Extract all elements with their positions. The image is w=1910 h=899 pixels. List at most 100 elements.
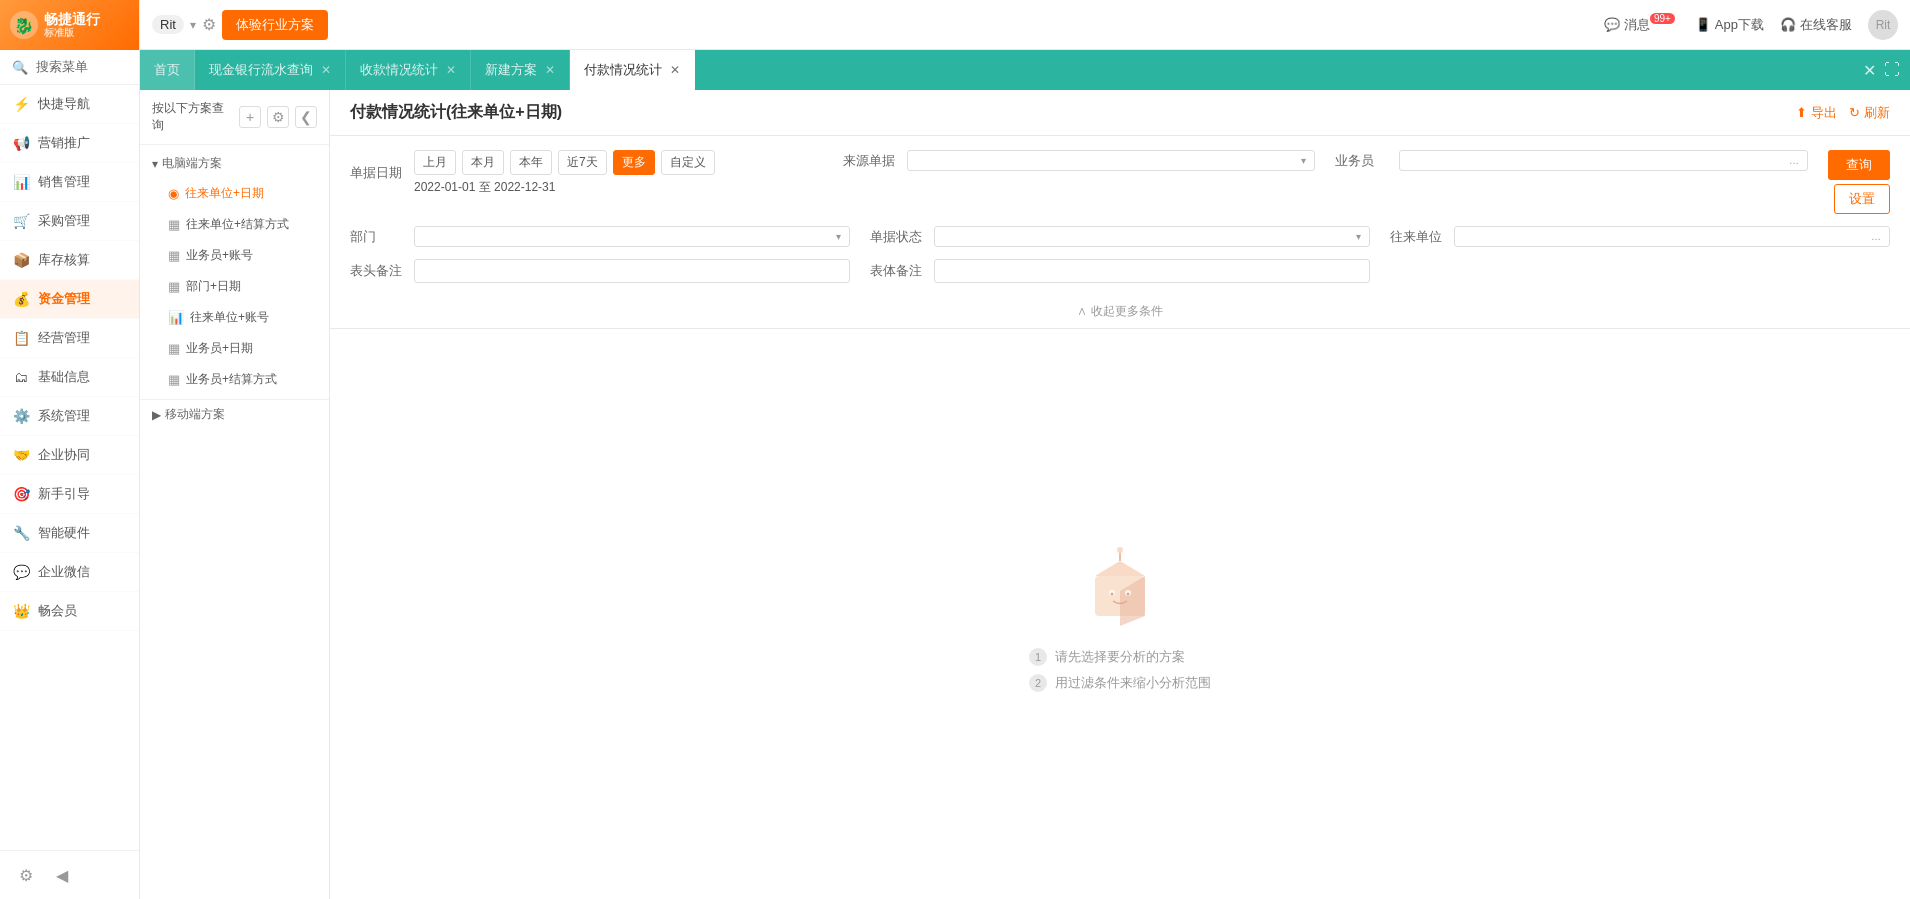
sidebar: 🐉 畅捷通行 标准版 🔍 搜索菜单 ⚡ 快捷导航 📢 营销推广 📊 销售管理 🛒… xyxy=(0,0,140,899)
basic-icon: 🗂 xyxy=(12,368,30,386)
staff-filter: 业务员 … xyxy=(1335,150,1808,171)
sales-icon: 📊 xyxy=(12,173,30,191)
tab-close-icon[interactable]: ✕ xyxy=(446,63,456,77)
query-btn[interactable]: 查询 xyxy=(1828,150,1890,180)
sidebar-item-quick-nav[interactable]: ⚡ 快捷导航 xyxy=(0,85,139,124)
sidebar-item-inventory[interactable]: 📦 库存核算 xyxy=(0,241,139,280)
table-header-label: 表头备注 xyxy=(350,262,406,280)
date-range-display: 2022-01-01 至 2022-12-31 xyxy=(414,179,715,196)
user-avatar[interactable]: Rit xyxy=(1868,10,1898,40)
dept-select[interactable]: ▾ xyxy=(414,226,850,247)
collapse-panel-btn[interactable]: ❮ xyxy=(295,106,317,128)
operation-icon: 📋 xyxy=(12,329,30,347)
tab-collection-stats[interactable]: 收款情况统计 ✕ xyxy=(346,50,471,90)
tab-close-icon[interactable]: ✕ xyxy=(321,63,331,77)
topbar-settings-icon[interactable]: ⚙ xyxy=(202,15,216,34)
plan-item-staff-account[interactable]: ▦ 业务员+账号 xyxy=(140,240,329,271)
date-btn-more[interactable]: 更多 xyxy=(613,150,655,175)
mobile-group-title[interactable]: ▶ 移动端方案 xyxy=(140,399,329,429)
topbar: Rit ▾ ⚙ 体验行业方案 💬 消息 99+ 📱 App下载 🎧 在线客服 R… xyxy=(140,0,1910,50)
close-all-tabs-btn[interactable]: ✕ xyxy=(1863,61,1876,80)
sidebar-item-basic[interactable]: 🗂 基础信息 xyxy=(0,358,139,397)
collapse-filters-btn[interactable]: ∧ 收起更多条件 xyxy=(350,295,1890,328)
left-panel-header: 按以下方案查询 + ⚙ ❮ xyxy=(140,90,329,145)
plan-item-unit-payment[interactable]: ▦ 往来单位+结算方式 xyxy=(140,209,329,240)
export-btn[interactable]: ⬆ 导出 xyxy=(1796,104,1837,122)
trial-btn[interactable]: 体验行业方案 xyxy=(222,10,328,40)
date-btn-last-month[interactable]: 上月 xyxy=(414,150,456,175)
sidebar-item-enterprise[interactable]: 🤝 企业协同 xyxy=(0,436,139,475)
plan-item-staff-date[interactable]: ▦ 业务员+日期 xyxy=(140,333,329,364)
sidebar-item-guide[interactable]: 🎯 新手引导 xyxy=(0,475,139,514)
plan-settings-btn[interactable]: ⚙ xyxy=(267,106,289,128)
page-title: 付款情况统计(往来单位+日期) xyxy=(350,102,562,123)
sidebar-footer: ⚙ ◀ xyxy=(0,850,139,899)
sidebar-item-hardware[interactable]: 🔧 智能硬件 xyxy=(0,514,139,553)
sidebar-item-purchase[interactable]: 🛒 采购管理 xyxy=(0,202,139,241)
staff-select[interactable]: … xyxy=(1399,150,1808,171)
table-header-input[interactable] xyxy=(414,259,850,283)
mobile-group-label: 移动端方案 xyxy=(165,406,225,423)
tab-payment-stats[interactable]: 付款情况统计 ✕ xyxy=(570,50,695,90)
search-icon: 🔍 xyxy=(12,60,28,75)
table-body-label: 表体备注 xyxy=(870,262,926,280)
source-select[interactable]: ▾ xyxy=(907,150,1316,171)
refresh-label: 刷新 xyxy=(1864,104,1890,122)
system-icon: ⚙️ xyxy=(12,407,30,425)
app-name: 畅捷通行 xyxy=(44,11,100,28)
sidebar-item-operation[interactable]: 📋 经营管理 xyxy=(0,319,139,358)
message-btn[interactable]: 💬 消息 99+ xyxy=(1604,16,1679,34)
add-plan-btn[interactable]: + xyxy=(239,106,261,128)
filter-row-1: 单据日期 上月 本月 本年 近7天 更多 自定义 2022-01-01 至 20… xyxy=(350,150,1890,214)
tab-cash-flow[interactable]: 现金银行流水查询 ✕ xyxy=(195,50,346,90)
tab-close-icon[interactable]: ✕ xyxy=(670,63,680,77)
date-filter: 单据日期 上月 本月 本年 近7天 更多 自定义 2022-01-01 至 20… xyxy=(350,150,823,196)
sidebar-item-capital[interactable]: 💰 资金管理 xyxy=(0,280,139,319)
purchase-icon: 🛒 xyxy=(12,212,30,230)
sidebar-item-label: 快捷导航 xyxy=(38,95,90,113)
source-filter: 来源单据 ▾ xyxy=(843,150,1316,171)
desktop-group-title[interactable]: ▾ 电脑端方案 xyxy=(140,149,329,178)
table-body-input[interactable] xyxy=(934,259,1370,283)
refresh-btn[interactable]: ↻ 刷新 xyxy=(1849,104,1890,122)
date-btn-this-month[interactable]: 本月 xyxy=(462,150,504,175)
sidebar-item-label: 新手引导 xyxy=(38,485,90,503)
plan-item-unit-date[interactable]: ◉ 往来单位+日期 xyxy=(140,178,329,209)
sidebar-item-system[interactable]: ⚙️ 系统管理 xyxy=(0,397,139,436)
date-btn-7days[interactable]: 近7天 xyxy=(558,150,607,175)
app-download-btn[interactable]: 📱 App下载 xyxy=(1695,16,1764,34)
sidebar-item-member[interactable]: 👑 畅会员 xyxy=(0,592,139,631)
tab-cash-flow-label: 现金银行流水查询 xyxy=(209,61,313,79)
filter-actions: 查询 设置 xyxy=(1828,150,1890,214)
sidebar-item-marketing[interactable]: 📢 营销推广 xyxy=(0,124,139,163)
settings-btn[interactable]: 设置 xyxy=(1834,184,1890,214)
unit-select[interactable]: … xyxy=(1454,226,1890,247)
sidebar-item-wechat[interactable]: 💬 企业微信 xyxy=(0,553,139,592)
sidebar-collapse-btn[interactable]: ◀ xyxy=(48,861,76,889)
doc-status-select[interactable]: ▾ xyxy=(934,226,1370,247)
empty-illustration xyxy=(1075,541,1165,631)
plan-label: 往来单位+结算方式 xyxy=(186,216,289,233)
tab-home[interactable]: 首页 xyxy=(140,50,195,90)
left-panel: 按以下方案查询 + ⚙ ❮ ▾ 电脑端方案 ◉ 往来单位+日期 ▦ 往来单位+结… xyxy=(140,90,330,899)
date-btn-custom[interactable]: 自定义 xyxy=(661,150,715,175)
plan-item-unit-account[interactable]: 📊 往来单位+账号 xyxy=(140,302,329,333)
plan-item-dept-date[interactable]: ▦ 部门+日期 xyxy=(140,271,329,302)
online-service-btn[interactable]: 🎧 在线客服 xyxy=(1780,16,1852,34)
user-name-display[interactable]: Rit xyxy=(152,15,184,34)
chevron-down-icon: ▾ xyxy=(190,18,196,32)
search-menu[interactable]: 🔍 搜索菜单 xyxy=(0,50,139,85)
sidebar-item-label: 采购管理 xyxy=(38,212,90,230)
sidebar-settings-btn[interactable]: ⚙ xyxy=(12,861,40,889)
filter-row-2: 部门 ▾ 单据状态 ▾ 往来单位 xyxy=(350,226,1890,247)
maximize-btn[interactable]: ⛶ xyxy=(1884,61,1900,79)
plan-item-staff-payment[interactable]: ▦ 业务员+结算方式 xyxy=(140,364,329,395)
tab-close-icon[interactable]: ✕ xyxy=(545,63,555,77)
message-label: 消息 xyxy=(1624,16,1650,34)
tab-new-plan[interactable]: 新建方案 ✕ xyxy=(471,50,570,90)
unit-label: 往来单位 xyxy=(1390,228,1446,246)
plan-icon: ▦ xyxy=(168,341,180,356)
sidebar-item-sales[interactable]: 📊 销售管理 xyxy=(0,163,139,202)
chevron-down-icon: ▾ xyxy=(1301,155,1306,166)
date-btn-this-year[interactable]: 本年 xyxy=(510,150,552,175)
